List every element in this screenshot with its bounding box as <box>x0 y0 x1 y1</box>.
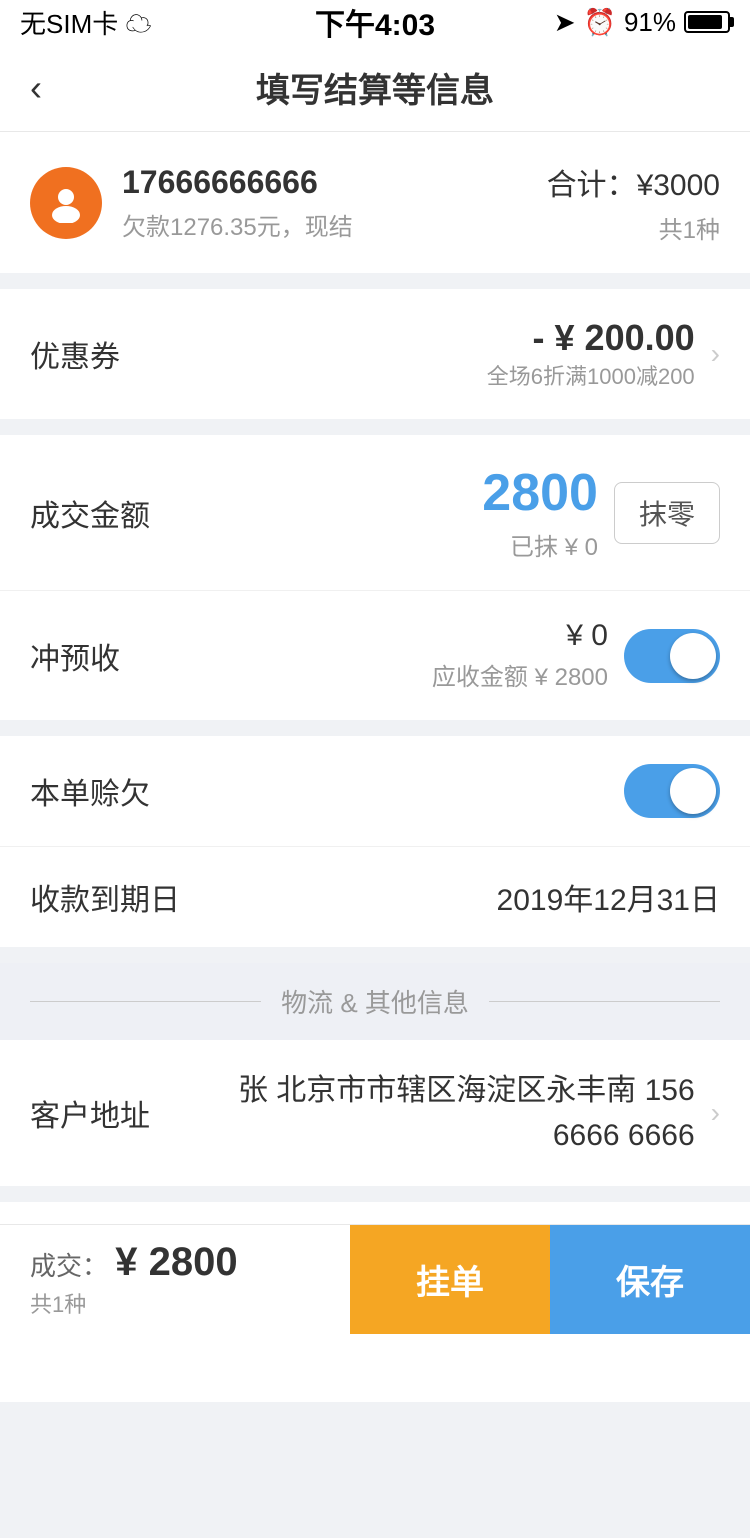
address-section: 客户地址 张 北京市市辖区海淀区永丰南 156 6666 6666 › <box>0 1040 750 1186</box>
pre-charge-col: ¥ 0 应收金额 ¥ 2800 <box>432 619 608 692</box>
page-title: 填写结算等信息 <box>256 63 494 112</box>
section-divider: 物流 & 其他信息 <box>0 963 750 1040</box>
deal-amount-right: 2800 已抹 ¥ 0 抹零 <box>482 463 720 562</box>
due-date-row: 收款到期日 2019年12月31日 <box>0 847 750 947</box>
coupon-value: - ¥ 200.00 <box>487 317 695 359</box>
customer-right: 合计：¥3000 共1种 <box>547 160 720 245</box>
deal-amount-col: 2800 已抹 ¥ 0 <box>482 463 598 562</box>
deal-amount-label: 成交金额 <box>30 491 150 535</box>
debit-toggle[interactable] <box>624 764 720 818</box>
status-right: ➤ ⏰ 91% <box>554 7 730 38</box>
address-row[interactable]: 客户地址 张 北京市市辖区海淀区永丰南 156 6666 6666 › <box>0 1040 750 1186</box>
address-label: 客户地址 <box>30 1091 150 1135</box>
debit-label: 本单赊欠 <box>30 769 150 813</box>
customer-card: 17666666666 欠款1276.35元，现结 合计：¥3000 共1种 <box>0 132 750 273</box>
bottom-bar: 成交： ¥ 2800 共1种 挂单 保存 <box>0 1224 750 1334</box>
divider-line-left <box>30 1001 261 1002</box>
status-bar: 无SIM卡 ☁ 下午4:03 ➤ ⏰ 91% <box>0 0 750 44</box>
customer-total: 合计：¥3000 <box>547 160 720 204</box>
coupon-right: - ¥ 200.00 全场6折满1000减200 › <box>487 317 720 391</box>
pre-charge-right: ¥ 0 应收金额 ¥ 2800 <box>432 619 720 692</box>
bottom-summary-amount: ¥ 2800 <box>115 1240 237 1284</box>
deal-amount-row: 成交金额 2800 已抹 ¥ 0 抹零 <box>0 435 750 591</box>
battery-icon <box>684 11 730 33</box>
deal-section: 成交金额 2800 已抹 ¥ 0 抹零 冲预收 ¥ 0 应收金额 ¥ 2800 <box>0 435 750 720</box>
customer-count: 共1种 <box>547 210 720 245</box>
debit-row: 本单赊欠 <box>0 736 750 847</box>
coupon-label: 优惠券 <box>30 332 120 376</box>
deal-amount-value: 2800 <box>482 463 598 523</box>
divider-text: 物流 & 其他信息 <box>281 983 469 1020</box>
signal-no-sim: 无SIM卡 ☁ <box>20 4 151 41</box>
status-left: 无SIM卡 ☁ <box>20 4 151 41</box>
coupon-chevron-icon: › <box>711 338 720 370</box>
deal-amount-sub: 已抹 ¥ 0 <box>482 527 598 562</box>
customer-debt: 欠款1276.35元，现结 <box>122 207 353 242</box>
bottom-summary-label: 成交： ¥ 2800 <box>30 1240 320 1285</box>
customer-left: 17666666666 欠款1276.35元，现结 <box>30 164 353 242</box>
erase-button[interactable]: 抹零 <box>614 482 720 544</box>
divider-line-right <box>489 1001 720 1002</box>
pre-charge-row: 冲预收 ¥ 0 应收金额 ¥ 2800 <box>0 591 750 720</box>
save-button[interactable]: 保存 <box>550 1225 750 1334</box>
bottom-summary: 成交： ¥ 2800 共1种 <box>0 1225 350 1334</box>
address-chevron-icon: › <box>711 1097 720 1129</box>
pre-charge-sub: 应收金额 ¥ 2800 <box>432 657 608 692</box>
battery-percent: 91% <box>624 7 676 38</box>
bottom-summary-count: 共1种 <box>30 1287 320 1319</box>
coupon-row[interactable]: 优惠券 - ¥ 200.00 全场6折满1000减200 › <box>0 289 750 419</box>
hang-button[interactable]: 挂单 <box>350 1225 550 1334</box>
back-button[interactable]: ‹ <box>30 67 42 109</box>
due-date-label: 收款到期日 <box>30 875 180 919</box>
location-icon: ➤ <box>554 7 576 38</box>
coupon-sub: 全场6折满1000减200 <box>487 359 695 391</box>
avatar <box>30 167 102 239</box>
coupon-value-col: - ¥ 200.00 全场6折满1000减200 <box>487 317 695 391</box>
debit-right <box>624 764 720 818</box>
pre-charge-value: ¥ 0 <box>432 619 608 653</box>
coupon-section: 优惠券 - ¥ 200.00 全场6折满1000减200 › <box>0 289 750 419</box>
pre-charge-toggle[interactable] <box>624 629 720 683</box>
status-time: 下午4:03 <box>315 0 435 44</box>
customer-info: 17666666666 欠款1276.35元，现结 <box>122 164 353 242</box>
address-value: 张 北京市市辖区海淀区永丰南 156 6666 6666 <box>150 1068 711 1158</box>
nav-bar: ‹ 填写结算等信息 <box>0 44 750 132</box>
alarm-icon: ⏰ <box>584 7 616 38</box>
due-date-value: 2019年12月31日 <box>497 875 720 919</box>
pre-charge-label: 冲预收 <box>30 634 120 678</box>
debit-section: 本单赊欠 收款到期日 2019年12月31日 <box>0 736 750 947</box>
customer-phone: 17666666666 <box>122 164 353 201</box>
